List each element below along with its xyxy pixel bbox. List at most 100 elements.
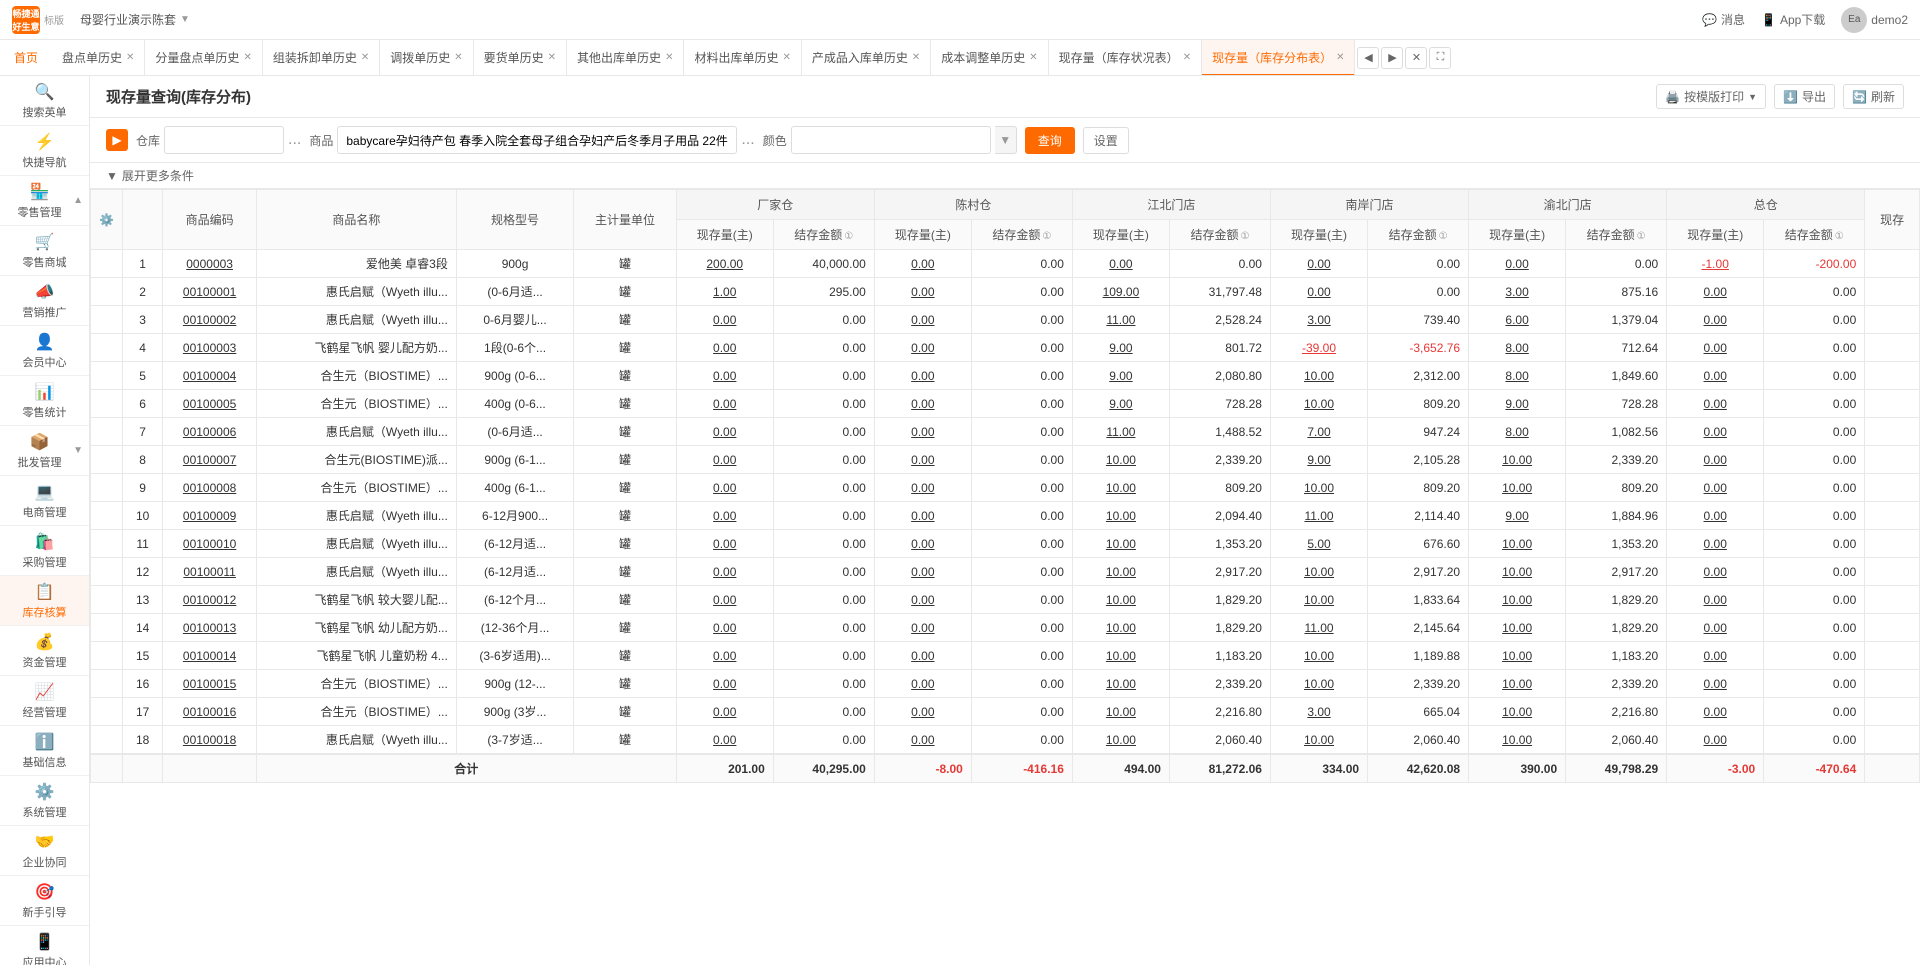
tab-close-0[interactable]: ✕ bbox=[126, 52, 134, 63]
print-btn[interactable]: 🖨️ 按模版打印 ▼ bbox=[1656, 84, 1766, 109]
dropdown-arrow-icon[interactable]: ▼ bbox=[180, 14, 190, 25]
info-icon-2[interactable]: ① bbox=[1042, 231, 1051, 242]
sidebar-item-system[interactable]: ⚙️ 系统管理 bbox=[0, 776, 89, 826]
sidebar-item-mall[interactable]: 🛒 零售商城 bbox=[0, 226, 89, 276]
tab-4[interactable]: 要货单历史 ✕ bbox=[474, 40, 567, 76]
th-jstock: 现存量(主) bbox=[1072, 220, 1169, 250]
tab-close-7[interactable]: ✕ bbox=[912, 52, 920, 63]
tab-close-9[interactable]: ✕ bbox=[1183, 52, 1191, 63]
footer-cell: -470.64 bbox=[1764, 754, 1865, 783]
tab-6[interactable]: 材料出库单历史 ✕ bbox=[684, 40, 801, 76]
nav-next-btn[interactable]: ▶ bbox=[1381, 47, 1403, 69]
th-camount: 结存金额① bbox=[971, 220, 1072, 250]
app-download-btn[interactable]: 📱 App下载 bbox=[1761, 11, 1825, 28]
table-cell: 3 bbox=[122, 306, 162, 334]
product-input[interactable] bbox=[337, 126, 737, 154]
company-dropdown[interactable]: 母婴行业演示陈套 ▼ bbox=[80, 11, 190, 28]
table-cell: 惠氏启赋（Wyeth illu... bbox=[256, 418, 456, 446]
sidebar-item-inventory[interactable]: 📋 库存核算 bbox=[0, 576, 89, 626]
sidebar-item-marketing[interactable]: 📣 营销推广 bbox=[0, 276, 89, 326]
info-icon-5[interactable]: ① bbox=[1637, 231, 1646, 242]
tab-10[interactable]: 现存量（库存分布表） ✕ bbox=[1202, 40, 1355, 76]
table-cell: 2,917.20 bbox=[1566, 558, 1667, 586]
table-cell: 11.00 bbox=[1072, 418, 1169, 446]
filter-expand-btn[interactable]: ▶ bbox=[106, 129, 128, 151]
expand-label: 展开更多条件 bbox=[122, 167, 194, 184]
sidebar-item-purchase[interactable]: 🛍️ 采购管理 bbox=[0, 526, 89, 576]
query-btn[interactable]: 查询 bbox=[1025, 127, 1075, 154]
table-cell: 10.00 bbox=[1072, 642, 1169, 670]
tab-close-2[interactable]: ✕ bbox=[361, 52, 369, 63]
table-cell: 9.00 bbox=[1469, 390, 1566, 418]
th-jamount: 结存金额① bbox=[1169, 220, 1270, 250]
th-namount: 结存金额① bbox=[1368, 220, 1469, 250]
settings-btn[interactable]: 设置 bbox=[1083, 127, 1129, 154]
table-cell: 2,339.20 bbox=[1566, 446, 1667, 474]
tab-home[interactable]: 首页 bbox=[0, 49, 52, 66]
message-btn[interactable]: 💬 消息 bbox=[1702, 11, 1745, 28]
info-icon-6[interactable]: ① bbox=[1835, 231, 1844, 242]
sidebar-item-quicknav[interactable]: ⚡ 快捷导航 bbox=[0, 126, 89, 176]
app-icon: 📱 bbox=[1761, 13, 1776, 27]
tab-9[interactable]: 现存量（库存状况表） ✕ bbox=[1049, 40, 1202, 76]
sidebar-item-search[interactable]: 🔍 搜索英单 bbox=[0, 76, 89, 126]
info-icon-4[interactable]: ① bbox=[1439, 231, 1448, 242]
tab-5[interactable]: 其他出库单历史 ✕ bbox=[567, 40, 684, 76]
sidebar-item-retail-stats[interactable]: 📊 零售统计 bbox=[0, 376, 89, 426]
tab-0[interactable]: 盘点单历史 ✕ bbox=[52, 40, 145, 76]
tab-2[interactable]: 组装拆卸单历史 ✕ bbox=[263, 40, 380, 76]
logo-text: 畅捷通好生意 bbox=[12, 7, 39, 33]
tab-1[interactable]: 分量盘点单历史 ✕ bbox=[145, 40, 262, 76]
table-cell: 0.00 bbox=[874, 726, 971, 755]
sidebar-item-base[interactable]: ℹ️ 基础信息 bbox=[0, 726, 89, 776]
logo-area: 畅捷通好生意 标版 bbox=[12, 6, 64, 34]
sidebar-item-apps[interactable]: 📱 应用中心 bbox=[0, 926, 89, 965]
color-arrow[interactable]: ▼ bbox=[995, 126, 1017, 154]
sidebar-item-ecommerce[interactable]: 💻 电商管理 bbox=[0, 476, 89, 526]
tab-close-8[interactable]: ✕ bbox=[1029, 52, 1037, 63]
nav-close-btn[interactable]: ✕ bbox=[1405, 47, 1427, 69]
sidebar-item-guide[interactable]: 🎯 新手引导 bbox=[0, 876, 89, 926]
table-cell: 0.00 bbox=[1667, 530, 1764, 558]
sidebar-item-wholesale[interactable]: 📦 批发管理 ▼ bbox=[0, 426, 89, 476]
tab-3[interactable]: 调拨单历史 ✕ bbox=[380, 40, 473, 76]
table-cell: 31,797.48 bbox=[1169, 278, 1270, 306]
sidebar-item-member[interactable]: 👤 会员中心 bbox=[0, 326, 89, 376]
tab-close-1[interactable]: ✕ bbox=[243, 52, 251, 63]
sidebar-item-finance[interactable]: 💰 资金管理 bbox=[0, 626, 89, 676]
tab-close-10[interactable]: ✕ bbox=[1336, 52, 1344, 63]
table-row: 10000003爱他美 卓睿3段900g罐200.0040,000.000.00… bbox=[91, 250, 1920, 278]
product-dots[interactable]: ... bbox=[741, 131, 754, 149]
footer-cell bbox=[163, 754, 257, 783]
info-icon-1[interactable]: ① bbox=[844, 231, 853, 242]
tab-close-5[interactable]: ✕ bbox=[665, 52, 673, 63]
nav-prev-btn[interactable]: ◀ bbox=[1357, 47, 1379, 69]
tab-close-6[interactable]: ✕ bbox=[782, 52, 790, 63]
th-total: 总仓 bbox=[1667, 190, 1865, 220]
info-icon-3[interactable]: ① bbox=[1240, 231, 1249, 242]
table-cell bbox=[91, 614, 123, 642]
sidebar-item-operation[interactable]: 📈 经营管理 bbox=[0, 676, 89, 726]
tab-close-3[interactable]: ✕ bbox=[454, 52, 462, 63]
table-cell: 0.00 bbox=[1169, 250, 1270, 278]
table-cell: 0.00 bbox=[1667, 614, 1764, 642]
footer-cell: -3.00 bbox=[1667, 754, 1764, 783]
tab-7[interactable]: 产成品入库单历史 ✕ bbox=[802, 40, 931, 76]
table-wrapper[interactable]: ⚙️ 商品编码 商品名称 规格型号 主计量单位 厂家仓 陈村仓 江北门店 南岸门… bbox=[90, 189, 1920, 965]
user-area[interactable]: Ea demo2 bbox=[1841, 7, 1908, 33]
tab-8[interactable]: 成本调整单历史 ✕ bbox=[931, 40, 1048, 76]
warehouse-dots[interactable]: ... bbox=[288, 131, 301, 149]
table-cell: 0.00 bbox=[971, 390, 1072, 418]
nav-expand-btn[interactable]: ⛶ bbox=[1429, 47, 1451, 69]
color-input[interactable] bbox=[791, 126, 991, 154]
sidebar-item-collab[interactable]: 🤝 企业协同 bbox=[0, 826, 89, 876]
sidebar-item-retail-mgmt[interactable]: 🏪 零售管理 ▲ bbox=[0, 176, 89, 226]
warehouse-input[interactable] bbox=[164, 126, 284, 154]
table-cell: 0.00 bbox=[874, 362, 971, 390]
tab-close-4[interactable]: ✕ bbox=[548, 52, 556, 63]
table-cell: 15 bbox=[122, 642, 162, 670]
table-cell: 0.00 bbox=[1667, 502, 1764, 530]
expand-conditions-btn[interactable]: ▼ 展开更多条件 bbox=[106, 167, 194, 184]
refresh-btn[interactable]: 🔄 刷新 bbox=[1843, 84, 1904, 109]
export-btn[interactable]: ⬇️ 导出 bbox=[1774, 84, 1835, 109]
